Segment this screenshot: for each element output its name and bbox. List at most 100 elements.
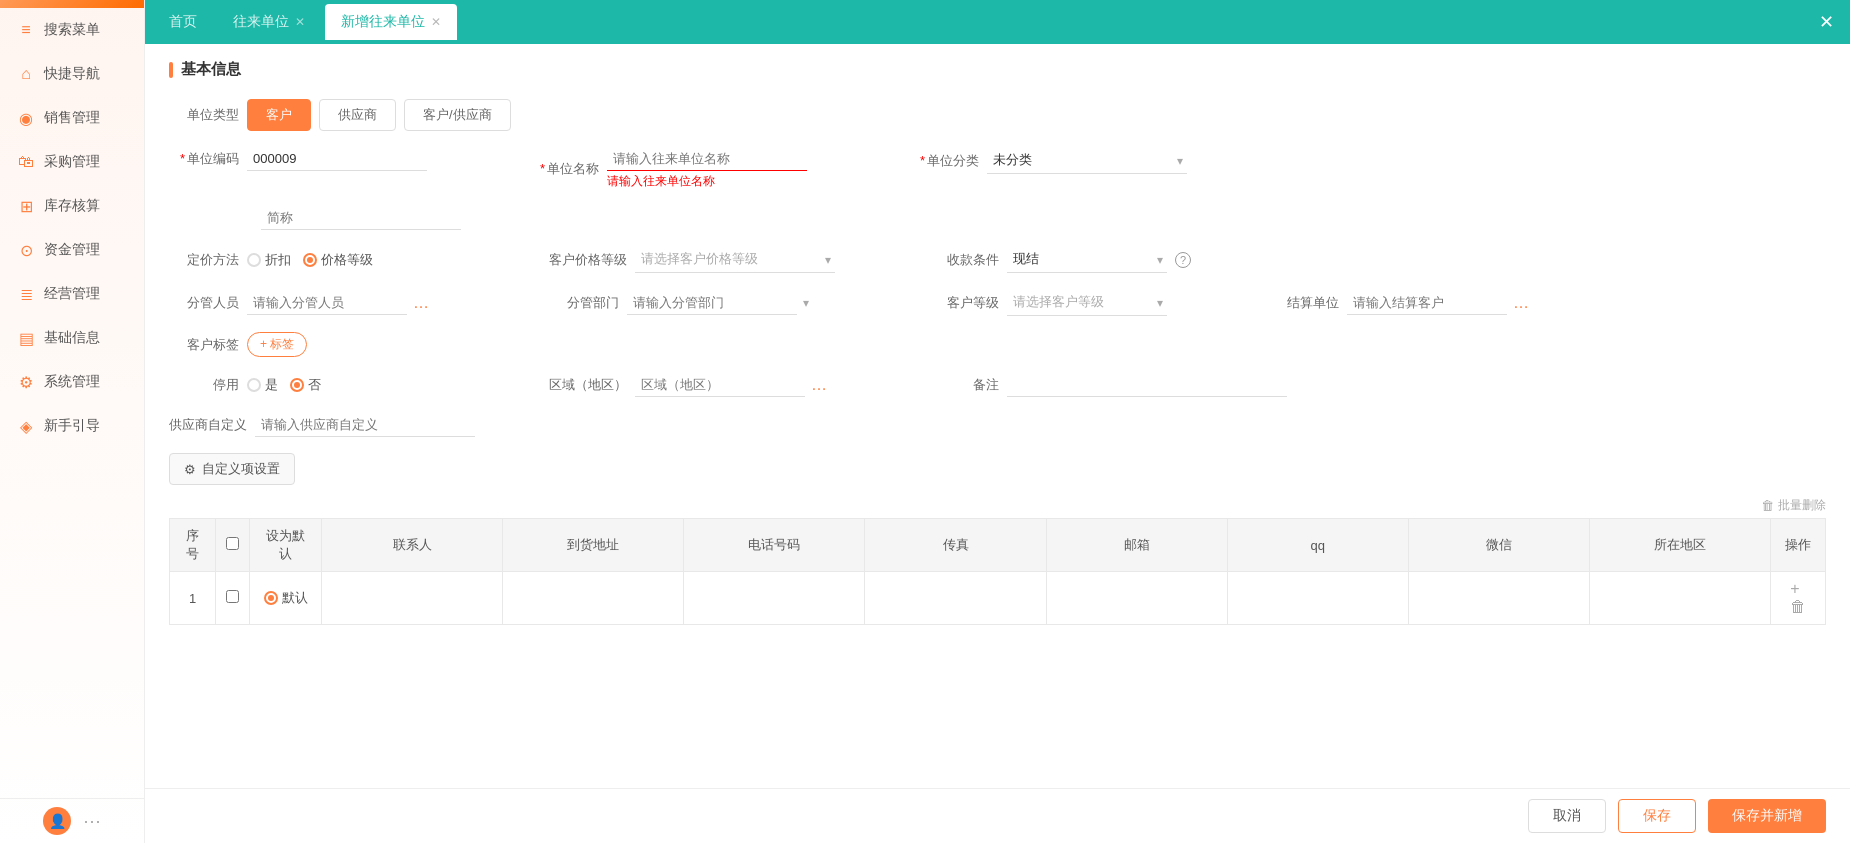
sidebar-item-label: 销售管理	[44, 109, 100, 127]
disabled-radio-no[interactable]: 否	[290, 376, 321, 394]
delete-row-btn[interactable]: 🗑	[1790, 598, 1806, 615]
unit-category-label: *单位分类	[909, 152, 979, 170]
payment-terms-group: 收款条件 现结 ▾ ?	[929, 246, 1289, 273]
sidebar-item-search[interactable]: ≡ 搜索菜单	[0, 8, 144, 52]
td-qq[interactable]	[1227, 572, 1408, 625]
save-button[interactable]: 保存	[1618, 799, 1696, 833]
tab-partners-close[interactable]: ✕	[295, 15, 305, 29]
inventory-icon: ⊞	[16, 196, 36, 216]
department-input[interactable]	[627, 291, 797, 315]
tab-new-partner-close[interactable]: ✕	[431, 15, 441, 29]
unit-type-group: 单位类型 客户 供应商 客户/供应商	[169, 99, 1826, 131]
sidebar-item-system[interactable]: ⚙ 系统管理	[0, 360, 144, 404]
bottom-bar: 取消 保存 保存并新增	[145, 788, 1850, 843]
phone-input[interactable]	[702, 591, 846, 606]
customer-tag-label: 客户标签	[169, 336, 239, 354]
unit-name-group: *单位名称 请输入往来单位名称	[529, 147, 909, 190]
region-input[interactable]	[635, 373, 805, 397]
wechat-input[interactable]	[1427, 591, 1571, 606]
fax-input[interactable]	[883, 591, 1027, 606]
pricing-radio-discount[interactable]: 折扣	[247, 251, 291, 269]
disabled-group: 停用 是 否	[169, 376, 549, 394]
settlement-unit-dots-btn[interactable]: …	[1511, 294, 1531, 312]
th-seq: 序号	[170, 519, 216, 572]
payment-terms-select-wrapper[interactable]: 现结 ▾	[1007, 246, 1167, 273]
sidebar-item-purchase[interactable]: 🛍 采购管理	[0, 140, 144, 184]
sidebar-item-finance[interactable]: ⊙ 资金管理	[0, 228, 144, 272]
th-phone: 电话号码	[684, 519, 865, 572]
tag-add-button[interactable]: + 标签	[247, 332, 307, 357]
td-address[interactable]	[503, 572, 684, 625]
td-default: 默认	[250, 572, 322, 625]
region-dots-btn[interactable]: …	[809, 376, 829, 394]
sidebar-item-label: 资金管理	[44, 241, 100, 259]
row-checkbox[interactable]	[226, 590, 239, 603]
custom-settings-button[interactable]: ⚙ 自定义项设置	[169, 453, 295, 485]
unit-name-input[interactable]	[607, 147, 807, 171]
save-new-button[interactable]: 保存并新增	[1708, 799, 1826, 833]
pricing-radio-price-level[interactable]: 价格等级	[303, 251, 373, 269]
window-close-icon[interactable]: ✕	[1811, 7, 1842, 37]
td-fax[interactable]	[865, 572, 1046, 625]
sidebar-item-guide[interactable]: ◈ 新手引导	[0, 404, 144, 448]
short-name-row	[169, 206, 1826, 230]
customer-level-select-wrapper[interactable]: 请选择客户等级 ▾	[1007, 289, 1167, 316]
td-region[interactable]	[1589, 572, 1770, 625]
sidebar-item-operations[interactable]: ≣ 经营管理	[0, 272, 144, 316]
notes-input[interactable]	[1007, 373, 1287, 397]
td-phone[interactable]	[684, 572, 865, 625]
tab-partners[interactable]: 往来单位 ✕	[217, 4, 321, 40]
user-avatar[interactable]: 👤	[43, 807, 71, 835]
tabbar: 首页 往来单位 ✕ 新增往来单位 ✕ ✕	[145, 0, 1850, 44]
type-btn-supplier[interactable]: 供应商	[319, 99, 396, 131]
sidebar-item-inventory[interactable]: ⊞ 库存核算	[0, 184, 144, 228]
type-btn-customer[interactable]: 客户	[247, 99, 311, 131]
unit-category-value[interactable]: 未分类	[987, 147, 1187, 174]
contact-input[interactable]	[340, 591, 484, 606]
sidebar-item-label: 新手引导	[44, 417, 100, 435]
unit-type-buttons: 客户 供应商 客户/供应商	[247, 99, 511, 131]
sidebar-item-sales[interactable]: ◉ 销售管理	[0, 96, 144, 140]
address-input[interactable]	[521, 591, 665, 606]
unit-code-input[interactable]	[247, 147, 427, 171]
settlement-unit-input-wrapper: …	[1347, 291, 1531, 315]
tab-home[interactable]: 首页	[153, 4, 213, 40]
td-email[interactable]	[1046, 572, 1227, 625]
type-btn-both[interactable]: 客户/供应商	[404, 99, 511, 131]
tab-new-partner[interactable]: 新增往来单位 ✕	[325, 4, 457, 40]
cancel-button[interactable]: 取消	[1528, 799, 1606, 833]
unit-name-label: *单位名称	[529, 160, 599, 178]
sidebar-expand-icon[interactable]: ⋯	[83, 810, 101, 832]
form-content: 基本信息 单位类型 客户 供应商 客户/供应商 *单位编码	[145, 44, 1850, 788]
help-icon[interactable]: ?	[1175, 252, 1191, 268]
region-table-input[interactable]	[1608, 591, 1752, 606]
sidebar-item-label: 基础信息	[44, 329, 100, 347]
td-contact[interactable]	[322, 572, 503, 625]
add-row-btn[interactable]: +	[1790, 580, 1799, 597]
short-name-group	[261, 206, 621, 230]
finance-icon: ⊙	[16, 240, 36, 260]
notes-label: 备注	[929, 376, 999, 394]
select-all-checkbox[interactable]	[226, 537, 239, 550]
disabled-radio-yes[interactable]: 是	[247, 376, 278, 394]
notes-group: 备注	[929, 373, 1329, 397]
settings-icon: ⚙	[184, 462, 196, 477]
customer-price-label: 客户价格等级	[549, 251, 627, 269]
qq-input[interactable]	[1246, 591, 1390, 606]
manager-dots-btn[interactable]: …	[411, 294, 431, 312]
default-radio-item[interactable]: 默认	[260, 589, 311, 607]
email-input[interactable]	[1065, 591, 1209, 606]
sidebar-item-quicknav[interactable]: ⌂ 快捷导航	[0, 52, 144, 96]
manager-input[interactable]	[247, 291, 407, 315]
settlement-unit-input[interactable]	[1347, 291, 1507, 315]
short-name-input[interactable]	[261, 206, 461, 230]
td-wechat[interactable]	[1408, 572, 1589, 625]
sidebar-item-label: 系统管理	[44, 373, 100, 391]
customer-price-select-wrapper[interactable]: 请选择客户价格等级 ▾	[635, 246, 835, 273]
sidebar-item-basic[interactable]: ▤ 基础信息	[0, 316, 144, 360]
operations-icon: ≣	[16, 284, 36, 304]
batch-delete-label[interactable]: 批量删除	[1778, 497, 1826, 514]
td-action: + 🗑	[1770, 572, 1825, 625]
chevron-down-icon: ▾	[803, 296, 809, 310]
supplier-custom-input[interactable]	[255, 413, 475, 437]
